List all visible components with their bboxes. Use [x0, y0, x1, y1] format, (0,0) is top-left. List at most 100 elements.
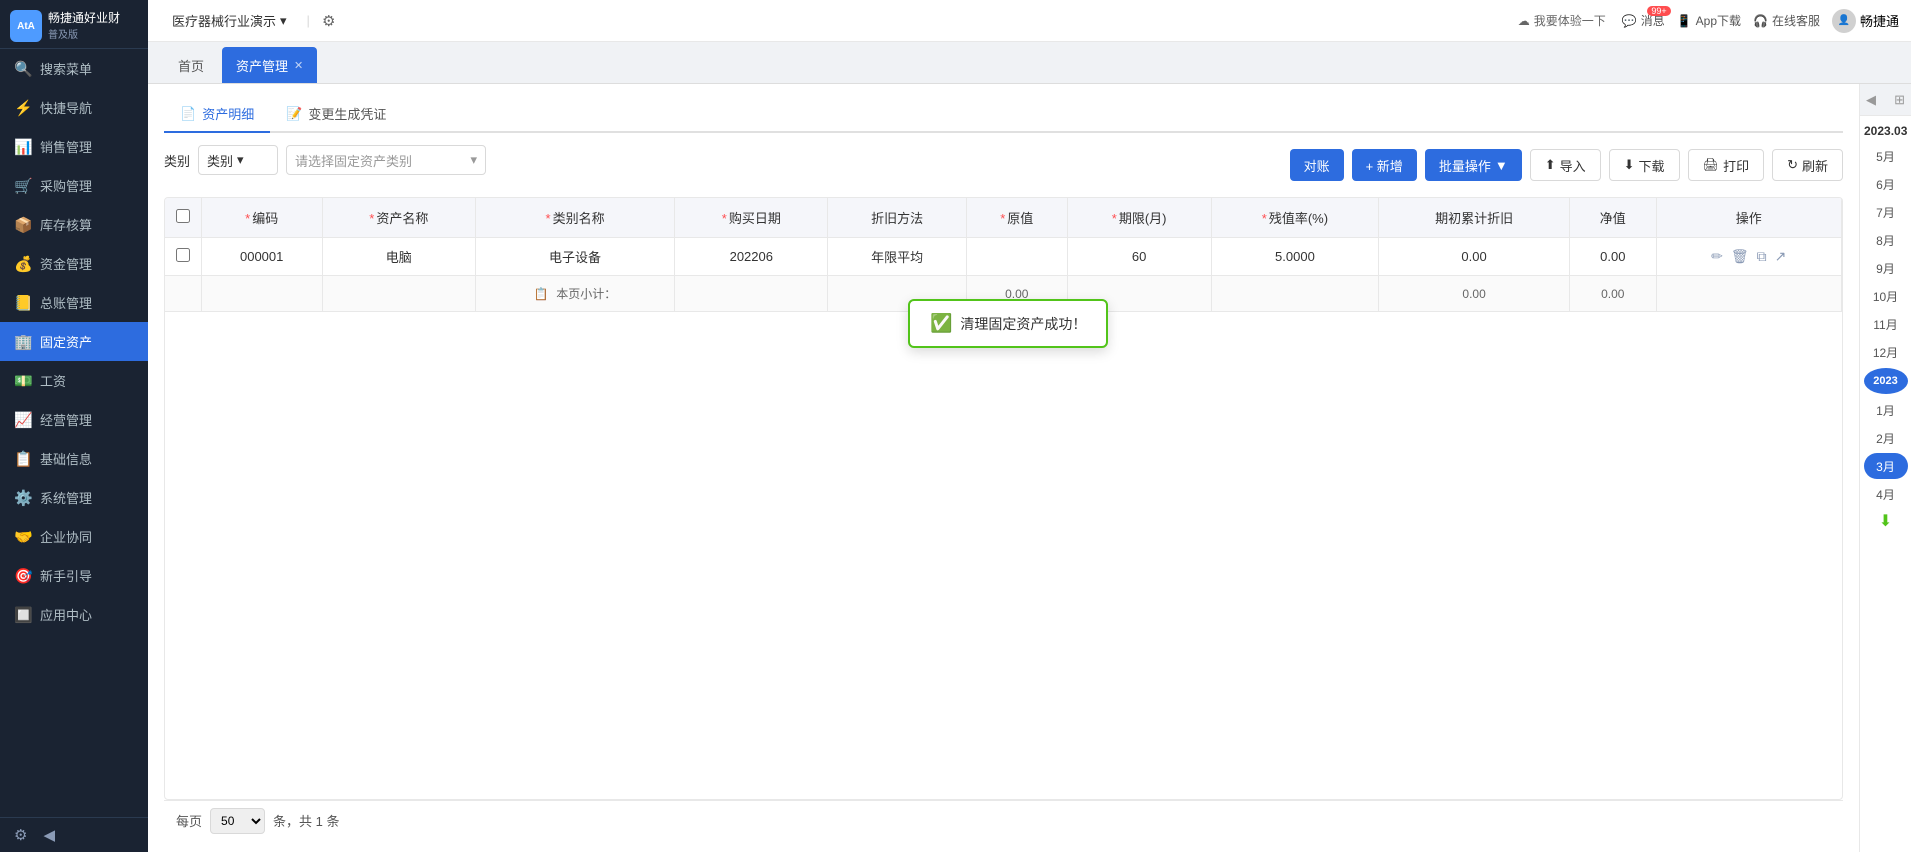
sidebar-item-system[interactable]: ⚙️ 系统管理: [0, 478, 148, 517]
row-depreciation-method: 年限平均: [828, 238, 967, 276]
sidebar-item-label: 工资: [40, 371, 66, 390]
sidebar-item-operation[interactable]: 📈 经营管理: [0, 400, 148, 439]
toolbar-right: 对账 + 新增 批量操作 ▼ ⬆ 导入 ⬇ 下载: [1290, 149, 1843, 181]
action-icons: ✏ 🗑 ⧉ ↗: [1665, 248, 1834, 265]
online-service-button[interactable]: 🎧 在线客服: [1753, 12, 1820, 29]
sidebar-item-quicknav[interactable]: ⚡ 快捷导航: [0, 88, 148, 127]
print-button[interactable]: 🖨 打印: [1688, 149, 1765, 181]
asset-table-container: *编码 *资产名称 *类别名称 *购买日期 折旧方法 *原值 *期限(月) *残…: [164, 197, 1843, 800]
sidebar-item-purchase[interactable]: 🛒 采购管理: [0, 166, 148, 205]
asset-detail-icon: 📄: [180, 106, 196, 122]
sidebar-item-fixed-assets[interactable]: 🏢 固定资产: [0, 322, 148, 361]
sidebar-item-ledger[interactable]: 📒 总账管理: [0, 283, 148, 322]
category-arrow-icon: ▾: [237, 152, 244, 168]
download-month-icon[interactable]: ⬇: [1864, 508, 1908, 534]
month-item-10[interactable]: 10月: [1864, 283, 1908, 309]
select-all-checkbox[interactable]: [176, 209, 190, 223]
batch-label: 批量操作: [1439, 156, 1491, 175]
import-icon: ⬆: [1545, 157, 1556, 173]
page-size-select[interactable]: 50 100 200: [210, 808, 265, 834]
panel-collapse-icon[interactable]: ◀: [1866, 92, 1876, 108]
copy-icon[interactable]: ⧉: [1757, 248, 1767, 265]
online-service-label: 在线客服: [1772, 12, 1820, 29]
per-page-label: 每页: [176, 811, 202, 830]
header-purchase-date: *购买日期: [675, 198, 828, 238]
delete-icon[interactable]: 🗑: [1731, 248, 1749, 265]
experience-label: 我要体验一下: [1534, 12, 1606, 29]
header-residual-rate: *残值率(%): [1211, 198, 1378, 238]
page-content: 📄 资产明细 📝 变更生成凭证 类别 类别 ▾: [148, 84, 1859, 852]
company-selector[interactable]: 医疗器械行业演示 ▾: [164, 7, 295, 34]
row-original-value: [966, 238, 1067, 276]
toolbar: 类别 类别 ▾ 请选择固定资产类别 ▾ 对账: [164, 145, 1843, 185]
refresh-button[interactable]: ↻ 刷新: [1772, 149, 1843, 181]
row-period: 60: [1067, 238, 1211, 276]
header-right: 💬 消息 99+ 📱 App下载 🎧 在线客服 👤 畅捷通: [1622, 9, 1899, 33]
batch-arrow-icon: ▼: [1495, 158, 1508, 173]
import-button[interactable]: ⬆ 导入: [1530, 149, 1601, 181]
row-checkbox[interactable]: [176, 248, 190, 262]
sidebar-item-guide[interactable]: 🎯 新手引导: [0, 556, 148, 595]
month-item-11[interactable]: 11月: [1864, 311, 1908, 337]
month-item-6[interactable]: 6月: [1864, 171, 1908, 197]
settings-icon[interactable]: ⚙: [14, 826, 27, 844]
sidebar-item-search[interactable]: 🔍 搜索菜单: [0, 49, 148, 88]
sidebar-item-finance[interactable]: 💰 资金管理: [0, 244, 148, 283]
success-check-icon: ✅: [930, 313, 952, 334]
tab-home[interactable]: 首页: [164, 47, 218, 83]
month-item-12[interactable]: 12月: [1864, 339, 1908, 365]
sidebar-item-sales[interactable]: 📊 销售管理: [0, 127, 148, 166]
sidebar-item-label: 系统管理: [40, 488, 92, 507]
experience-button[interactable]: ☁ 我要体验一下: [1510, 8, 1614, 33]
sub-tab-asset-detail[interactable]: 📄 资产明细: [164, 96, 270, 133]
sidebar-item-collaboration[interactable]: 🤝 企业协同: [0, 517, 148, 556]
row-initial-accumulated: 0.00: [1379, 238, 1570, 276]
month-item-8[interactable]: 8月: [1864, 227, 1908, 253]
salary-icon: 💵: [14, 372, 32, 390]
row-residual-rate: 5.0000: [1211, 238, 1378, 276]
sidebar-item-label: 销售管理: [40, 137, 92, 156]
category-select[interactable]: 类别 ▾: [198, 145, 278, 175]
company-name: 医疗器械行业演示: [172, 11, 276, 30]
toolbar-left: 类别 类别 ▾ 请选择固定资产类别 ▾: [164, 145, 486, 185]
tab-close-icon[interactable]: ✕: [294, 59, 303, 72]
month-item-3-active[interactable]: 3月: [1864, 453, 1908, 479]
row-net-value: 0.00: [1570, 238, 1656, 276]
sidebar-logo: AtA 畅捷通好业财 普及版: [0, 0, 148, 49]
month-item-2[interactable]: 2月: [1864, 425, 1908, 451]
user-area[interactable]: 👤 畅捷通: [1832, 9, 1899, 33]
panel-expand-icon[interactable]: ⊞: [1894, 92, 1905, 108]
message-button[interactable]: 💬 消息 99+: [1622, 12, 1665, 29]
operation-icon: 📈: [14, 411, 32, 429]
settings-gear-icon[interactable]: ⚙: [322, 12, 335, 30]
month-item-4[interactable]: 4月: [1864, 481, 1908, 507]
sidebar-item-app-center[interactable]: 🔲 应用中心: [0, 595, 148, 634]
year-badge[interactable]: 2023: [1864, 368, 1908, 394]
sidebar-item-salary[interactable]: 💵 工资: [0, 361, 148, 400]
edit-icon[interactable]: ✏: [1711, 248, 1723, 265]
app-download-button[interactable]: 📱 App下载: [1677, 12, 1741, 29]
month-item-5[interactable]: 5月: [1864, 143, 1908, 169]
system-icon: ⚙️: [14, 489, 32, 507]
tab-asset-management[interactable]: 资产管理 ✕: [222, 47, 317, 83]
sidebar-item-inventory[interactable]: 📦 库存核算: [0, 205, 148, 244]
asset-category-dropdown[interactable]: 请选择固定资产类别 ▾: [286, 145, 486, 175]
top-header: 医疗器械行业演示 ▾ | ⚙ ☁ 我要体验一下 💬 消息 99+ 📱 App下载…: [148, 0, 1911, 42]
more-icon[interactable]: ↗: [1775, 248, 1787, 265]
reconcile-button[interactable]: 对账: [1290, 149, 1344, 181]
download-button[interactable]: ⬇ 下载: [1609, 149, 1680, 181]
new-button[interactable]: + 新增: [1352, 149, 1417, 181]
finance-icon: 💰: [14, 255, 32, 273]
month-item-9[interactable]: 9月: [1864, 255, 1908, 281]
collapse-icon[interactable]: ◀: [43, 826, 55, 844]
row-checkbox-cell: [165, 238, 201, 276]
row-actions: ✏ 🗑 ⧉ ↗: [1656, 238, 1842, 276]
header-name: *资产名称: [322, 198, 475, 238]
sidebar-item-label: 应用中心: [40, 605, 92, 624]
sidebar-item-basic-info[interactable]: 📋 基础信息: [0, 439, 148, 478]
sidebar-item-label: 快捷导航: [40, 98, 92, 117]
month-item-7[interactable]: 7月: [1864, 199, 1908, 225]
sub-tab-voucher[interactable]: 📝 变更生成凭证: [270, 96, 402, 133]
month-item-1[interactable]: 1月: [1864, 397, 1908, 423]
batch-button[interactable]: 批量操作 ▼: [1425, 149, 1522, 181]
